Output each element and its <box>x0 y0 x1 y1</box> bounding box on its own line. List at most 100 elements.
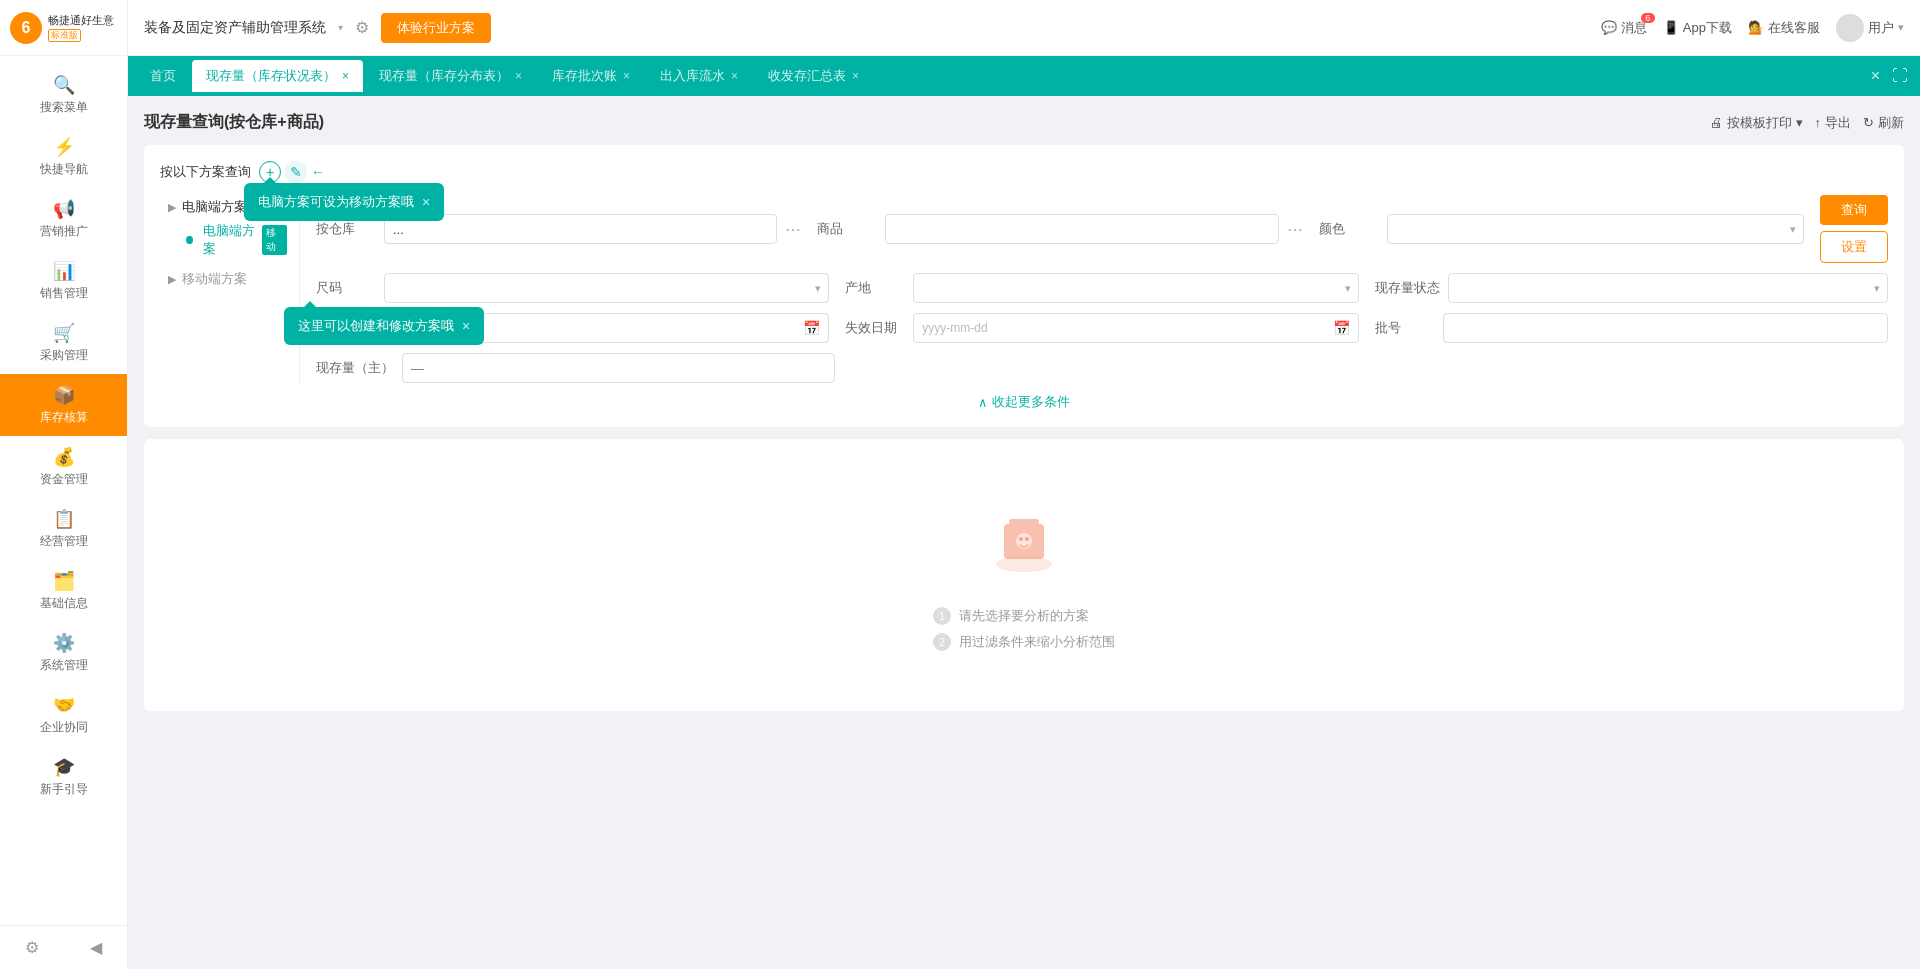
tab-close-inventory-dist[interactable]: × <box>515 70 522 82</box>
tabs-bar: 首页 现存量（库存状况表） × 现存量（库存分布表） × 库存批次账 × 出入库… <box>128 56 1920 96</box>
filter-collapse-row[interactable]: ∧ 收起更多条件 <box>160 393 1888 411</box>
sidebar-item-basic[interactable]: 🗂️ 基础信息 <box>0 560 127 622</box>
tab-inventory-batch[interactable]: 库存批次账 × <box>538 60 644 92</box>
close-all-tabs-icon[interactable]: × <box>1867 63 1884 89</box>
topbar-left: 装备及固定资产辅助管理系统 ▾ ⚙ 体验行业方案 <box>144 13 491 43</box>
desktop-tree-arrow: ▶ <box>168 201 176 214</box>
inventory-icon: 📦 <box>53 384 75 406</box>
scheme-popup: 电脑方案可设为移动方案哦 × <box>244 183 444 221</box>
scheme-tree-mobile[interactable]: ▶ 移动端方案 <box>168 267 287 291</box>
sidebar-item-marketing[interactable]: 📢 营销推广 <box>0 188 127 250</box>
collapse-up-icon: ∧ <box>978 395 988 410</box>
page-actions: 🖨 按模板打印 ▾ ↑ 导出 ↻ 刷新 <box>1710 114 1905 132</box>
svg-rect-2 <box>1009 519 1039 525</box>
sidebar-nav: 🔍 搜索菜单 ⚡ 快捷导航 📢 营销推广 📊 销售管理 🛒 采购管理 📦 库存核… <box>0 56 127 925</box>
tooltip-popup: 这里可以创建和修改方案哦 × <box>284 307 484 345</box>
sidebar-item-enterprise[interactable]: 🤝 企业协同 <box>0 684 127 746</box>
tab-close-recv-summary[interactable]: × <box>852 70 859 82</box>
message-item[interactable]: 💬 消息 6 <box>1601 19 1647 37</box>
sidebar-item-purchase[interactable]: 🛒 采购管理 <box>0 312 127 374</box>
system-name-chevron-icon[interactable]: ▾ <box>338 22 343 33</box>
topbar-settings-icon[interactable]: ⚙ <box>355 18 369 37</box>
settings-footer-icon[interactable]: ⚙ <box>25 938 39 957</box>
batch-field: 批号 <box>1375 313 1888 343</box>
scheme-item-desktop1[interactable]: 电脑端方案 移动 <box>186 219 287 261</box>
user-chevron-icon: ▾ <box>1898 21 1904 34</box>
sidebar-item-quick-nav[interactable]: ⚡ 快捷导航 <box>0 126 127 188</box>
tab-in-out-flow[interactable]: 出入库流水 × <box>646 60 752 92</box>
origin-field: 产地 ▾ <box>845 273 1358 303</box>
download-icon: 📱 <box>1663 20 1679 35</box>
goods-input[interactable] <box>885 214 1278 244</box>
enterprise-icon: 🤝 <box>53 694 75 716</box>
trial-btn[interactable]: 体验行业方案 <box>381 13 491 43</box>
size-label: 尺码 <box>316 279 376 297</box>
tab-inventory-dist[interactable]: 现存量（库存分布表） × <box>365 60 536 92</box>
sales-icon: 📊 <box>53 260 75 282</box>
tab-close-inventory-status[interactable]: × <box>342 70 349 82</box>
export-btn[interactable]: ↑ 导出 <box>1815 114 1852 132</box>
support-icon: 💁 <box>1748 20 1764 35</box>
svg-point-5 <box>1025 537 1029 541</box>
app-download-item[interactable]: 📱 App下载 <box>1663 19 1732 37</box>
refresh-icon: ↻ <box>1863 115 1874 130</box>
sidebar-item-system[interactable]: ⚙️ 系统管理 <box>0 622 127 684</box>
sidebar-item-finance[interactable]: 💰 资金管理 <box>0 436 127 498</box>
scheme-column: ▶ 电脑端方案 电脑端方案 移动 ▶ <box>160 195 300 383</box>
stock-amount-input[interactable] <box>402 353 835 383</box>
tab-recv-summary[interactable]: 收发存汇总表 × <box>754 60 873 92</box>
filter-edit-icon[interactable]: ✎ <box>285 161 307 183</box>
color-select[interactable] <box>1387 214 1804 244</box>
tooltip-popup-close[interactable]: × <box>462 318 470 334</box>
filter-back-icon[interactable]: ← <box>311 164 325 180</box>
color-field: 颜色 ▾ <box>1319 214 1804 244</box>
main-area: 装备及固定资产辅助管理系统 ▾ ⚙ 体验行业方案 💬 消息 6 📱 App下载 … <box>128 0 1920 969</box>
tab-close-in-out-flow[interactable]: × <box>731 70 738 82</box>
maximize-icon[interactable]: ⛶ <box>1888 63 1912 89</box>
support-item[interactable]: 💁 在线客服 <box>1748 19 1820 37</box>
user-item[interactable]: 用户 ▾ <box>1836 14 1904 42</box>
tabs-actions: × ⛶ <box>1867 63 1912 89</box>
sidebar-item-sales[interactable]: 📊 销售管理 <box>0 250 127 312</box>
sidebar-item-guide[interactable]: 🎓 新手引导 <box>0 746 127 808</box>
print-btn[interactable]: 🖨 按模板打印 ▾ <box>1710 114 1803 132</box>
sidebar-item-inventory[interactable]: 📦 库存核算 <box>0 374 127 436</box>
tab-inventory-status[interactable]: 现存量（库存状况表） × <box>192 60 363 92</box>
quick-nav-icon: ⚡ <box>53 136 75 158</box>
operations-icon: 📋 <box>53 508 75 530</box>
filter-panel: 电脑方案可设为移动方案哦 × 这里可以创建和修改方案哦 × 按以下方案查询 + … <box>144 145 1904 427</box>
sidebar-item-operations[interactable]: 📋 经营管理 <box>0 498 127 560</box>
export-icon: ↑ <box>1815 115 1822 130</box>
goods-label: 商品 <box>817 220 877 238</box>
filter-main-row: ▶ 电脑端方案 电脑端方案 移动 ▶ <box>160 195 1888 383</box>
content-area: 现存量查询(按仓库+商品) 🖨 按模板打印 ▾ ↑ 导出 ↻ 刷新 <box>128 96 1920 969</box>
sidebar-logo: 6 畅捷通好生意 标准版 <box>0 0 127 56</box>
tab-close-inventory-batch[interactable]: × <box>623 70 630 82</box>
collapse-sidebar-icon[interactable]: ◀ <box>90 938 102 957</box>
filter-label: 按以下方案查询 <box>160 163 251 181</box>
goods-dots-icon[interactable]: ⋯ <box>1287 220 1303 239</box>
reset-btn[interactable]: 设置 <box>1820 231 1888 263</box>
search-icon: 🔍 <box>53 74 75 96</box>
origin-select[interactable] <box>913 273 1358 303</box>
batch-input[interactable] <box>1443 313 1888 343</box>
tab-home[interactable]: 首页 <box>136 61 190 91</box>
system-name: 装备及固定资产辅助管理系统 <box>144 19 326 37</box>
query-btn[interactable]: 查询 <box>1820 195 1888 225</box>
scheme-active-dot <box>186 236 193 244</box>
warehouse-input[interactable] <box>384 214 777 244</box>
stock-status-select[interactable] <box>1448 273 1888 303</box>
purchase-icon: 🛒 <box>53 322 75 344</box>
scheme-popup-close[interactable]: × <box>422 194 430 210</box>
warehouse-select-wrapper <box>384 214 777 244</box>
sidebar: 6 畅捷通好生意 标准版 🔍 搜索菜单 ⚡ 快捷导航 📢 营销推广 📊 销售管理… <box>0 0 128 969</box>
topbar: 装备及固定资产辅助管理系统 ▾ ⚙ 体验行业方案 💬 消息 6 📱 App下载 … <box>128 0 1920 56</box>
sidebar-item-search[interactable]: 🔍 搜索菜单 <box>0 64 127 126</box>
print-icon: 🖨 <box>1710 115 1723 130</box>
refresh-btn[interactable]: ↻ 刷新 <box>1863 114 1904 132</box>
warehouse-dots-icon[interactable]: ⋯ <box>785 220 801 239</box>
size-select[interactable] <box>384 273 829 303</box>
expire-date-field: 失效日期 yyyy-mm-dd 📅 <box>845 313 1358 343</box>
expire-date-input[interactable]: yyyy-mm-dd 📅 <box>913 313 1358 343</box>
goods-field: 商品 ⋯ <box>817 214 1302 244</box>
